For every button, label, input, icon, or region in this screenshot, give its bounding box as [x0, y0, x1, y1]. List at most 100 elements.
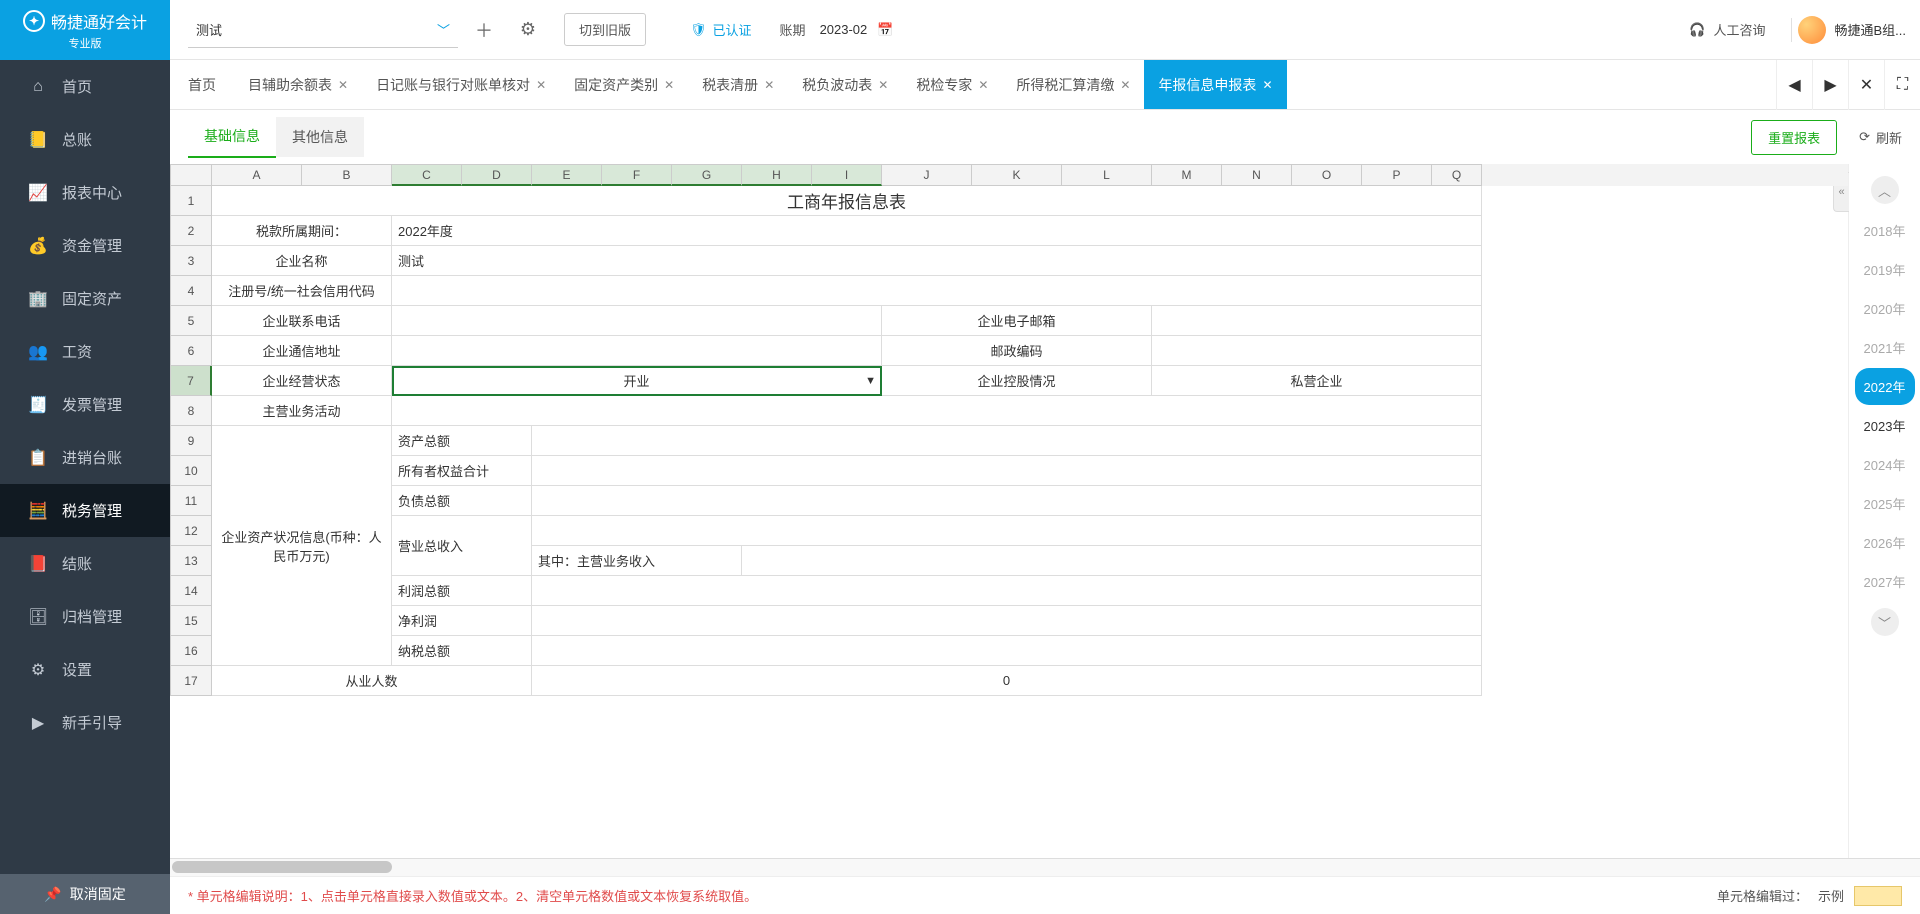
column-header[interactable]: N [1222, 164, 1292, 186]
year-item[interactable]: 2021年 [1855, 329, 1915, 366]
tab-item[interactable]: 税表清册✕ [688, 60, 788, 109]
cell[interactable]: 营业总收入 [392, 516, 532, 576]
cell[interactable]: 所有者权益合计 [392, 456, 532, 486]
cell[interactable]: 测试 [392, 246, 1482, 276]
reset-report-button[interactable]: 重置报表 [1751, 120, 1837, 155]
column-header[interactable]: F [602, 164, 672, 186]
year-item[interactable]: 2026年 [1855, 524, 1915, 561]
cell[interactable] [532, 636, 1482, 666]
row-header[interactable]: 2 [170, 216, 212, 246]
column-header[interactable]: I [812, 164, 882, 186]
column-header[interactable]: B [302, 164, 392, 186]
cell[interactable] [392, 336, 882, 366]
cell[interactable]: 资产总额 [392, 426, 532, 456]
row-header[interactable]: 13 [170, 546, 212, 576]
column-header[interactable]: K [972, 164, 1062, 186]
scroll-down-icon[interactable]: ﹀ [1871, 608, 1899, 636]
user-menu[interactable]: 畅捷通B组... [1798, 16, 1906, 44]
cell[interactable] [532, 576, 1482, 606]
cell[interactable]: 税款所属期间： [212, 216, 392, 246]
tab-item[interactable]: 日记账与银行对账单核对✕ [362, 60, 560, 109]
close-icon[interactable]: ✕ [536, 78, 546, 92]
cell[interactable]: 0 [532, 666, 1482, 696]
cell[interactable]: 企业电子邮箱 [882, 306, 1152, 336]
column-header[interactable]: A [212, 164, 302, 186]
close-icon[interactable]: ✕ [664, 78, 674, 92]
cell[interactable] [392, 306, 882, 336]
cell[interactable]: 邮政编码 [882, 336, 1152, 366]
close-icon[interactable]: ✕ [878, 78, 888, 92]
tab-item[interactable]: 年报信息申报表✕ [1144, 60, 1286, 109]
row-header[interactable]: 4 [170, 276, 212, 306]
cell[interactable] [392, 396, 1482, 426]
row-header[interactable]: 15 [170, 606, 212, 636]
row-header[interactable]: 10 [170, 456, 212, 486]
tab-item[interactable]: 固定资产类别✕ [560, 60, 688, 109]
close-icon[interactable]: ✕ [978, 78, 988, 92]
cell[interactable] [1152, 306, 1482, 336]
consult-link[interactable]: 🎧 人工咨询 [1689, 20, 1765, 39]
cell[interactable]: 注册号/统一社会信用代码 [212, 276, 392, 306]
cell[interactable]: 从业人数 [212, 666, 532, 696]
row-header[interactable]: 14 [170, 576, 212, 606]
column-header[interactable]: H [742, 164, 812, 186]
row-header[interactable]: 6 [170, 336, 212, 366]
add-icon[interactable]: ＋ [466, 12, 502, 48]
row-header[interactable]: 5 [170, 306, 212, 336]
column-header[interactable]: P [1362, 164, 1432, 186]
close-icon[interactable]: ✕ [338, 78, 348, 92]
cell[interactable]: 负债总额 [392, 486, 532, 516]
tabs-scroll-right[interactable]: ▶ [1812, 60, 1848, 110]
close-icon[interactable]: ✕ [1262, 78, 1272, 92]
company-selector[interactable]: 测试 ﹀ [188, 12, 458, 48]
tab-item[interactable]: 税检专家✕ [902, 60, 1002, 109]
cell[interactable]: 企业名称 [212, 246, 392, 276]
cell[interactable] [532, 606, 1482, 636]
sidebar-item-6[interactable]: 🧾发票管理 [0, 378, 170, 431]
cell[interactable]: 纳税总额 [392, 636, 532, 666]
column-header[interactable]: D [462, 164, 532, 186]
sidebar-item-0[interactable]: ⌂首页 [0, 60, 170, 113]
row-header[interactable]: 1 [170, 186, 212, 216]
tabs-scroll-left[interactable]: ◀ [1776, 60, 1812, 110]
column-header[interactable]: L [1062, 164, 1152, 186]
tab-item[interactable]: 目辅助余额表✕ [234, 60, 362, 109]
cell[interactable]: 企业联系电话 [212, 306, 392, 336]
row-header[interactable]: 9 [170, 426, 212, 456]
row-header[interactable]: 7 [170, 366, 212, 396]
sidebar-item-10[interactable]: 🗄归档管理 [0, 590, 170, 643]
scrollbar-thumb[interactable] [172, 861, 392, 873]
year-item[interactable]: 2027年 [1855, 563, 1915, 600]
year-item[interactable]: 2025年 [1855, 485, 1915, 522]
spreadsheet[interactable]: ABCDEFGHIJKLMNOPQ 1工商年报信息表2税款所属期间：2022年度… [170, 164, 1848, 858]
cell[interactable] [392, 276, 1482, 306]
year-item[interactable]: 2022年 [1855, 368, 1915, 405]
row-header[interactable]: 12 [170, 516, 212, 546]
year-item[interactable]: 2023年 [1855, 407, 1915, 444]
cell[interactable] [532, 516, 1482, 546]
refresh-button[interactable]: ⟳ 刷新 [1859, 128, 1902, 147]
sidebar-item-12[interactable]: ▶新手引导 [0, 696, 170, 749]
cell[interactable]: 工商年报信息表 [212, 186, 1482, 216]
column-header[interactable]: G [672, 164, 742, 186]
column-header[interactable]: C [392, 164, 462, 186]
cell[interactable]: 企业通信地址 [212, 336, 392, 366]
cell[interactable] [532, 456, 1482, 486]
scroll-up-icon[interactable]: ︿ [1871, 176, 1899, 204]
column-header[interactable]: Q [1432, 164, 1482, 186]
cell[interactable] [742, 546, 1482, 576]
period-value[interactable]: 2023-02 [820, 22, 868, 37]
tab-close-button[interactable]: ✕ [1848, 60, 1884, 110]
row-header[interactable]: 17 [170, 666, 212, 696]
subtab-other[interactable]: 其他信息 [276, 117, 364, 157]
tab-home[interactable]: 首页 [170, 60, 234, 109]
cell[interactable] [1152, 336, 1482, 366]
column-header[interactable]: E [532, 164, 602, 186]
sidebar-item-5[interactable]: 👥工资 [0, 325, 170, 378]
subtab-basic[interactable]: 基础信息 [188, 116, 276, 158]
row-header[interactable]: 16 [170, 636, 212, 666]
row-header[interactable]: 11 [170, 486, 212, 516]
close-icon[interactable]: ✕ [764, 78, 774, 92]
switch-old-version-button[interactable]: 切到旧版 [564, 13, 646, 46]
calendar-icon[interactable]: 📅 [877, 22, 893, 38]
